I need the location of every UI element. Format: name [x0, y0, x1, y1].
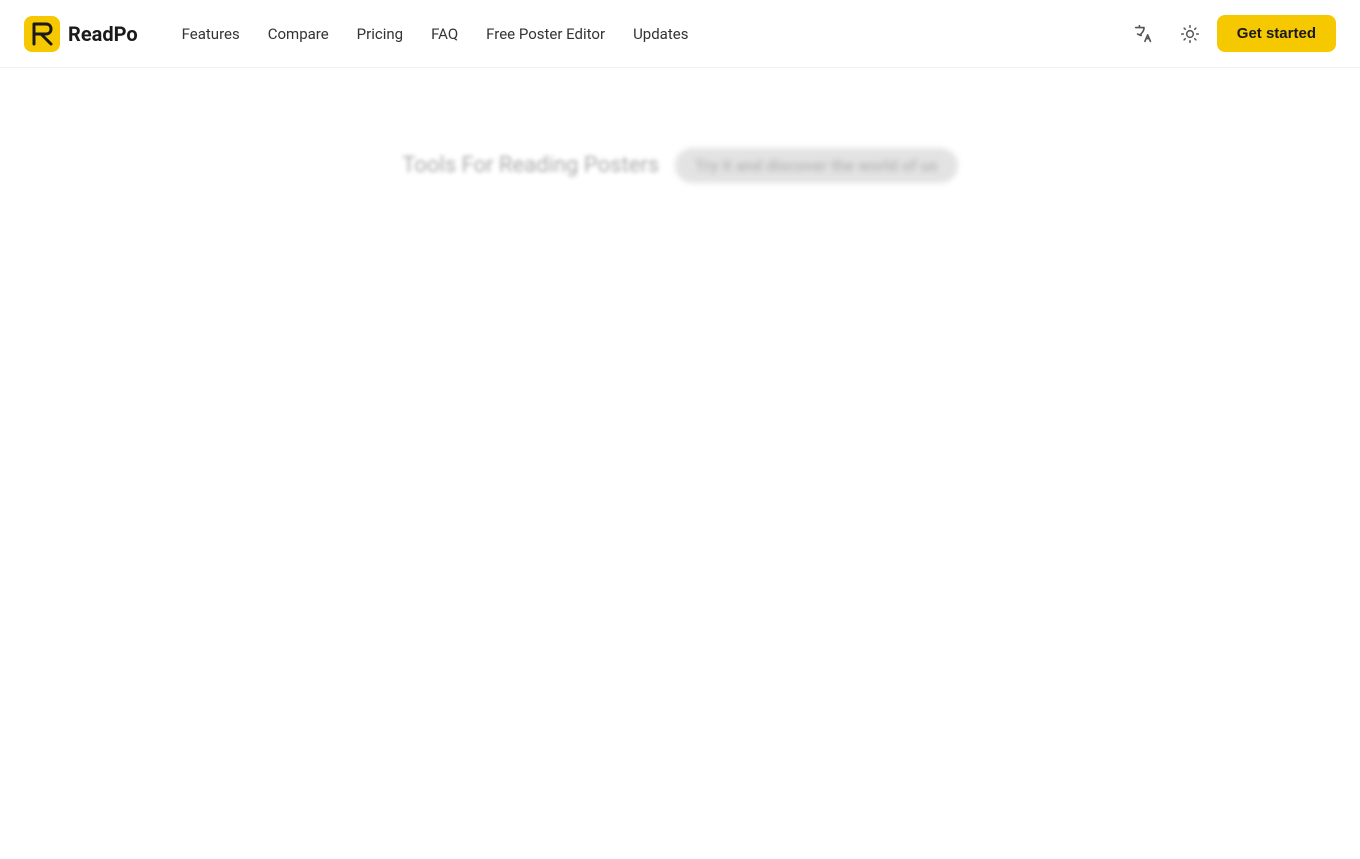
- nav-links: Features Compare Pricing FAQ Free Poster…: [170, 17, 701, 51]
- nav-link-free-poster-editor[interactable]: Free Poster Editor: [474, 17, 617, 51]
- hero-badge: Try it and discover the world of us: [675, 148, 958, 183]
- hero-text: Tools For Reading Posters: [402, 153, 659, 178]
- nav-link-pricing[interactable]: Pricing: [345, 17, 415, 51]
- get-started-button[interactable]: Get started: [1217, 15, 1336, 52]
- nav-link-compare[interactable]: Compare: [256, 17, 341, 51]
- translate-button[interactable]: [1125, 15, 1163, 53]
- nav-link-features[interactable]: Features: [170, 17, 252, 51]
- nav-link-updates[interactable]: Updates: [621, 17, 700, 51]
- navbar-right: Get started: [1125, 15, 1336, 53]
- main-content: Tools For Reading Posters Try it and dis…: [0, 68, 1360, 183]
- sun-icon: [1180, 24, 1200, 44]
- brand-logo-link[interactable]: ReadPo: [24, 16, 138, 52]
- theme-toggle-button[interactable]: [1171, 15, 1209, 53]
- brand-logo-icon: [24, 16, 60, 52]
- translate-icon: [1133, 23, 1155, 45]
- brand-name: ReadPo: [68, 22, 138, 46]
- navbar-left: ReadPo Features Compare Pricing FAQ Free…: [24, 16, 700, 52]
- hero-row: Tools For Reading Posters Try it and dis…: [402, 148, 958, 183]
- navbar: ReadPo Features Compare Pricing FAQ Free…: [0, 0, 1360, 68]
- nav-link-faq[interactable]: FAQ: [419, 17, 470, 51]
